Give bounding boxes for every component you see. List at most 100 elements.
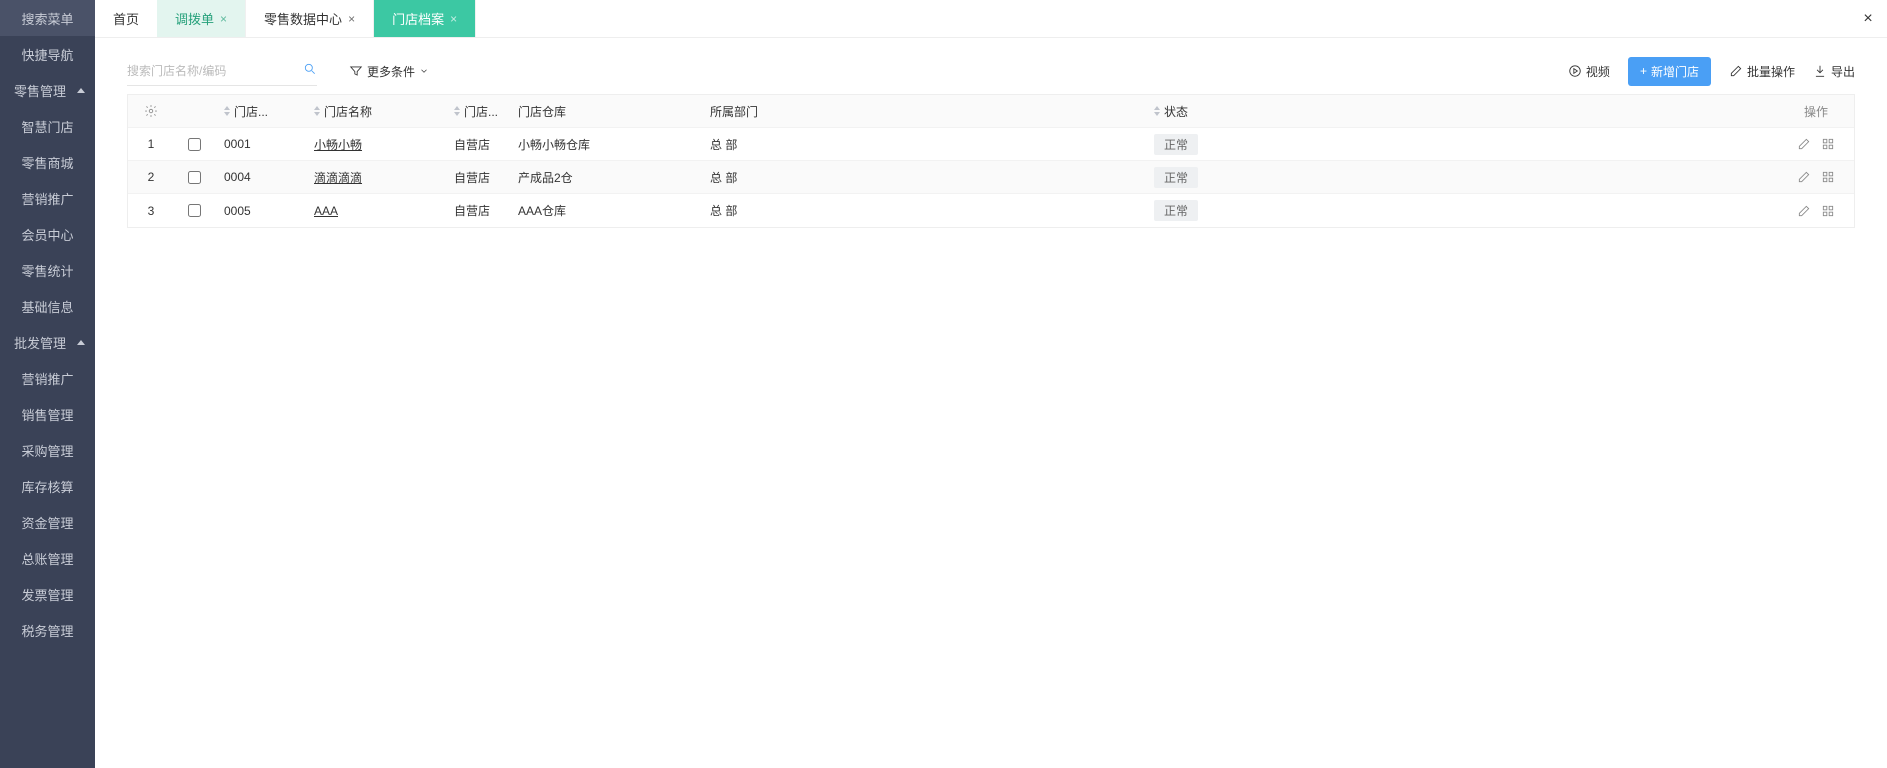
sidebar-item-membership[interactable]: 会员中心 [0, 216, 95, 252]
sidebar-item-label: 资金管理 [21, 513, 73, 532]
store-name-link[interactable]: AAA [314, 204, 338, 218]
caret-up-icon [77, 340, 85, 345]
tab-home[interactable]: 首页 [95, 0, 157, 37]
tab-store-archive[interactable]: 门店档案 × [374, 0, 476, 37]
status-badge: 正常 [1154, 200, 1198, 221]
sidebar-item-tax[interactable]: 税务管理 [0, 612, 95, 648]
row-index: 2 [128, 170, 174, 184]
row-code: 0005 [214, 204, 304, 218]
sidebar: 搜索菜单 快捷导航 零售管理 智慧门店 零售商城 营销推广 会员中心 零售统计 … [0, 0, 95, 768]
sidebar-item-label: 营销推广 [21, 189, 73, 208]
edit-icon[interactable] [1797, 137, 1811, 151]
sidebar-item-funds[interactable]: 资金管理 [0, 504, 95, 540]
row-name: AAA [304, 204, 444, 218]
col-ops-label: 操作 [1804, 103, 1828, 120]
tab-allocation[interactable]: 调拨单 × [157, 0, 246, 37]
col-warehouse[interactable]: 门店仓库 [508, 103, 700, 120]
app-close-button[interactable]: × [1849, 0, 1887, 38]
row-checkbox[interactable] [188, 204, 201, 217]
row-checkbox-cell [174, 171, 214, 184]
sidebar-item-label: 营销推广 [21, 369, 73, 388]
close-icon: × [1863, 10, 1872, 28]
sidebar-item-ledger[interactable]: 总账管理 [0, 540, 95, 576]
search-box [127, 56, 317, 86]
sidebar-group-wholesale[interactable]: 批发管理 [0, 324, 95, 360]
store-name-link[interactable]: 小畅小畅 [314, 136, 362, 153]
video-link[interactable]: 视频 [1568, 63, 1610, 80]
play-icon [1568, 64, 1582, 78]
settings-column-header[interactable] [128, 104, 174, 118]
row-checkbox-cell [174, 204, 214, 217]
edit-icon[interactable] [1797, 170, 1811, 184]
edit-icon[interactable] [1797, 204, 1811, 218]
gear-icon [144, 104, 158, 118]
col-code-label: 门店... [234, 103, 268, 120]
close-icon[interactable]: × [348, 12, 355, 26]
sidebar-item-basicinfo[interactable]: 基础信息 [0, 288, 95, 324]
sidebar-item-label: 税务管理 [21, 621, 73, 640]
export-button[interactable]: 导出 [1813, 63, 1855, 80]
row-warehouse: AAA仓库 [508, 202, 700, 219]
tab-label: 门店档案 [392, 9, 444, 28]
search-icon[interactable] [303, 62, 317, 79]
row-checkbox[interactable] [188, 171, 201, 184]
row-type: 自营店 [444, 136, 508, 153]
sort-icon [314, 106, 320, 116]
col-ops: 操作 [1778, 103, 1854, 120]
row-department: 总 部 [700, 136, 1144, 153]
table-row[interactable]: 20004滴滴滴滴自营店产成品2仓总 部正常 [128, 161, 1854, 194]
sidebar-item-inventory[interactable]: 库存核算 [0, 468, 95, 504]
close-icon[interactable]: × [220, 12, 227, 26]
col-code[interactable]: 门店... [214, 103, 304, 120]
row-type: 自营店 [444, 169, 508, 186]
store-name-link[interactable]: 滴滴滴滴 [314, 169, 362, 186]
more-icon[interactable] [1821, 170, 1835, 184]
row-index: 1 [128, 137, 174, 151]
sidebar-item-marketing[interactable]: 营销推广 [0, 180, 95, 216]
more-icon[interactable] [1821, 204, 1835, 218]
caret-up-icon [77, 88, 85, 93]
store-table: 门店... 门店名称 门店... 门店仓库 所属部门 状态 操作 1 0001 小畅… [127, 94, 1855, 228]
new-store-button[interactable]: + 新增门店 [1628, 57, 1711, 86]
tab-retail-data-center[interactable]: 零售数据中心 × [246, 0, 374, 37]
col-status[interactable]: 状态 [1144, 103, 1778, 120]
row-ops [1778, 137, 1854, 151]
batch-ops-button[interactable]: 批量操作 [1729, 63, 1795, 80]
col-department[interactable]: 所属部门 [700, 103, 1144, 120]
sidebar-group-label: 零售管理 [14, 81, 66, 100]
more-conditions[interactable]: 更多条件 [349, 63, 429, 80]
col-name[interactable]: 门店名称 [304, 103, 444, 120]
status-badge: 正常 [1154, 134, 1198, 155]
row-code: 0001 [214, 137, 304, 151]
sidebar-search[interactable]: 搜索菜单 [0, 0, 95, 36]
sidebar-item-retailstats[interactable]: 零售统计 [0, 252, 95, 288]
sidebar-quicknav[interactable]: 快捷导航 [0, 36, 95, 72]
row-status: 正常 [1144, 200, 1778, 221]
more-conditions-label: 更多条件 [367, 63, 415, 80]
sidebar-item-salesmgmt[interactable]: 销售管理 [0, 396, 95, 432]
sidebar-group-retail[interactable]: 零售管理 [0, 72, 95, 108]
sidebar-item-purchasing[interactable]: 采购管理 [0, 432, 95, 468]
col-name-label: 门店名称 [324, 103, 372, 120]
tab-label: 零售数据中心 [264, 9, 342, 28]
row-checkbox-cell [174, 138, 214, 151]
sidebar-item-invoice[interactable]: 发票管理 [0, 576, 95, 612]
row-name: 小畅小畅 [304, 136, 444, 153]
video-label: 视频 [1586, 63, 1610, 80]
sidebar-item-label: 发票管理 [21, 585, 73, 604]
tab-label: 调拨单 [175, 9, 214, 28]
sidebar-item-smartstore[interactable]: 智慧门店 [0, 108, 95, 144]
batch-ops-label: 批量操作 [1747, 63, 1795, 80]
close-icon[interactable]: × [450, 12, 457, 26]
sidebar-item-retailmall[interactable]: 零售商城 [0, 144, 95, 180]
more-icon[interactable] [1821, 137, 1835, 151]
search-input[interactable] [127, 64, 303, 78]
table-row[interactable]: 10001小畅小畅自营店小畅小畅仓库总 部正常 [128, 128, 1854, 161]
row-checkbox[interactable] [188, 138, 201, 151]
sidebar-quicknav-label: 快捷导航 [21, 45, 73, 64]
table-row[interactable]: 30005AAA自营店AAA仓库总 部正常 [128, 194, 1854, 227]
sidebar-item-marketing-2[interactable]: 营销推广 [0, 360, 95, 396]
sidebar-item-label: 销售管理 [21, 405, 73, 424]
content: 更多条件 视频 + 新增门店 批量操作 导出 [95, 38, 1887, 768]
col-type[interactable]: 门店... [444, 103, 508, 120]
